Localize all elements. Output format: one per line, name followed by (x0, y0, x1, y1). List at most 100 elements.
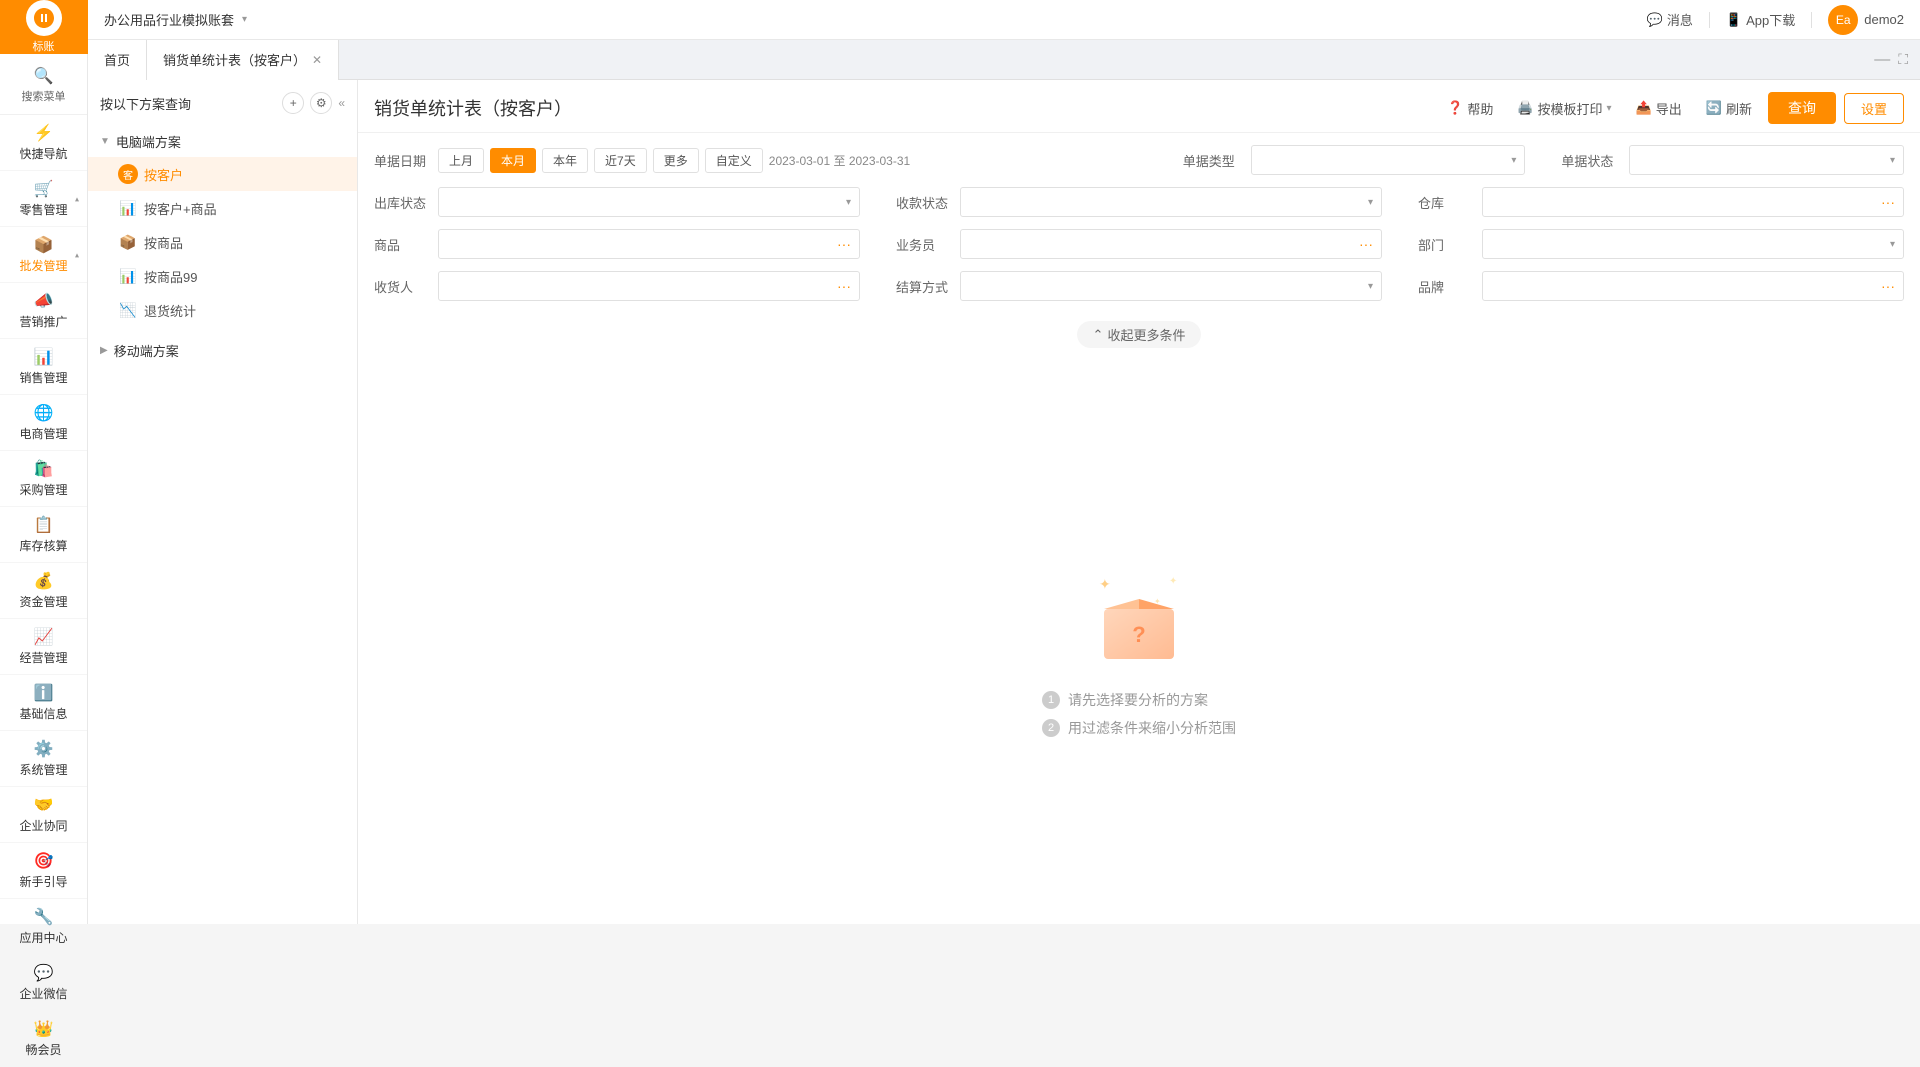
tree-arrow-mobile: ▶ (100, 345, 108, 356)
sidebar-item-retail[interactable]: 🛒 零售管理 (0, 171, 87, 227)
collapse-label: 收起更多条件 (1107, 325, 1185, 344)
app-title: 办公用品行业模拟账套 (104, 10, 234, 29)
empty-tip-1: 1 请先选择要分析的方案 (1042, 690, 1236, 710)
top-header: 办公用品行业模拟账套 ▾ 💬 消息 📱 App下载 Ea demo2 (88, 0, 1920, 40)
sidebar-label-quicknav: 快捷导航 (19, 145, 67, 162)
tree-parent-desktop[interactable]: ▼ 电脑端方案 (88, 126, 357, 157)
tip-num-2: 2 (1042, 719, 1060, 737)
tab-sales-stats[interactable]: 销货单统计表（按客户） ✕ (147, 40, 339, 80)
by-product-99-icon: 📊 (118, 266, 138, 286)
export-label: 导出 (1656, 99, 1682, 118)
tip-text-1: 请先选择要分析的方案 (1068, 690, 1208, 710)
user-profile[interactable]: Ea demo2 (1828, 5, 1904, 35)
receipt-status-arrow: ▾ (1368, 197, 1373, 208)
left-panel-actions: + ⚙ « (282, 92, 345, 114)
title-dropdown-arrow[interactable]: ▾ (242, 14, 247, 25)
svg-text:✦: ✦ (1169, 576, 1177, 587)
filter-area: 单据日期 上月 本月 本年 近7天 更多 自定义 2023-03-01 至 20… (358, 133, 1920, 368)
maximize-btn[interactable]: ⛶ (1898, 51, 1908, 68)
receiver-input[interactable]: ··· (438, 271, 860, 301)
product-input[interactable]: ··· (438, 229, 860, 259)
logo-label: 标账 (33, 38, 55, 54)
settings-btn[interactable]: 设置 (1844, 93, 1904, 124)
date-btn-last7[interactable]: 近7天 (594, 148, 647, 173)
app-download-btn[interactable]: 📱 App下载 (1726, 10, 1795, 29)
sidebar-item-marketing[interactable]: 📣 营销推广 (0, 283, 87, 339)
tree-child-label-return-stats: 退货统计 (144, 301, 196, 320)
export-btn[interactable]: 📤 导出 (1628, 95, 1690, 122)
minimize-btn[interactable]: — (1874, 51, 1890, 69)
sidebar-item-ecommerce[interactable]: 🌐 电商管理 (0, 395, 87, 451)
settings-plan-btn[interactable]: ⚙ (310, 92, 332, 114)
apps-icon: 🔧 (34, 907, 54, 927)
sidebar-item-system[interactable]: ⚙️ 系统管理 (0, 731, 87, 787)
salesperson-input[interactable]: ··· (960, 229, 1382, 259)
date-btn-this-month[interactable]: 本月 (490, 148, 536, 173)
tree-parent-label-desktop: 电脑端方案 (116, 132, 181, 151)
message-btn[interactable]: 💬 消息 (1647, 10, 1693, 29)
tree-child-by-customer[interactable]: 客 按客户 (88, 157, 357, 191)
tab-sales-stats-label: 销货单统计表（按客户） (163, 50, 306, 69)
refresh-icon: 🔄 (1706, 100, 1722, 116)
collapse-panel-btn[interactable]: « (338, 96, 345, 110)
out-status-arrow: ▾ (846, 197, 851, 208)
receiver-label: 收货人 (374, 277, 430, 296)
empty-icon: ? ✦ ✦ ✦ (1079, 554, 1199, 674)
sidebar-label-enterprise: 企业协同 (19, 817, 67, 834)
receipt-status-select[interactable]: ▾ (960, 187, 1382, 217)
sidebar-item-wholesale[interactable]: 📦 批发管理 (0, 227, 87, 283)
tree-child-label-by-product: 按商品 (144, 233, 183, 252)
date-btn-last-month[interactable]: 上月 (438, 148, 484, 173)
sidebar-item-member[interactable]: 👑 畅会员 (0, 1011, 87, 1067)
date-btn-this-year[interactable]: 本年 (542, 148, 588, 173)
print-label: 按模板打印 (1538, 99, 1603, 118)
sidebar-label-system: 系统管理 (19, 761, 67, 778)
tree-child-by-customer-product[interactable]: 📊 按客户+商品 (88, 191, 357, 225)
sidebar-search[interactable]: 🔍 搜索菜单 (0, 54, 87, 115)
date-btn-custom[interactable]: 自定义 (705, 148, 763, 173)
by-customer-product-icon: 📊 (118, 198, 138, 218)
refresh-btn[interactable]: 🔄 刷新 (1698, 95, 1760, 122)
help-btn[interactable]: ❓ 帮助 (1439, 95, 1501, 122)
print-btn[interactable]: 🖨️ 按模板打印 ▾ (1509, 95, 1619, 122)
sidebar-label-wechat: 企业微信 (19, 985, 67, 1002)
sidebar-item-operations[interactable]: 📈 经营管理 (0, 619, 87, 675)
settlement-arrow: ▾ (1368, 281, 1373, 292)
sidebar-item-inventory[interactable]: 📋 库存核算 (0, 507, 87, 563)
add-plan-btn[interactable]: + (282, 92, 304, 114)
sidebar-item-quicknav[interactable]: ⚡ 快捷导航 (0, 115, 87, 171)
tab-controls: — ⛶ (1874, 51, 1920, 69)
tab-close-btn[interactable]: ✕ (312, 53, 322, 67)
sidebar-item-sales[interactable]: 📊 销售管理 (0, 339, 87, 395)
brand-input[interactable]: ··· (1482, 271, 1904, 301)
print-dropdown-arrow[interactable]: ▾ (1607, 103, 1612, 114)
doc-type-arrow: ▾ (1511, 155, 1516, 166)
salesperson-label: 业务员 (896, 235, 952, 254)
sidebar-item-apps[interactable]: 🔧 应用中心 (0, 899, 87, 955)
out-status-select[interactable]: ▾ (438, 187, 860, 217)
settlement-select[interactable]: ▾ (960, 271, 1382, 301)
department-select[interactable]: ▾ (1482, 229, 1904, 259)
tree-parent-mobile[interactable]: ▶ 移动端方案 (88, 335, 357, 366)
sidebar-item-wechat[interactable]: 💬 企业微信 (0, 955, 87, 1011)
sidebar-item-purchase[interactable]: 🛍️ 采购管理 (0, 451, 87, 507)
tree-child-by-product[interactable]: 📦 按商品 (88, 225, 357, 259)
sidebar-label-sales: 销售管理 (19, 369, 67, 386)
date-btn-more[interactable]: 更多 (653, 148, 699, 173)
svg-text:✦: ✦ (1099, 576, 1111, 592)
doc-status-select[interactable]: ▾ (1629, 145, 1904, 175)
warehouse-input[interactable]: ··· (1482, 187, 1904, 217)
sidebar-item-finance[interactable]: 💰 资金管理 (0, 563, 87, 619)
sidebar-item-enterprise[interactable]: 🤝 企业协同 (0, 787, 87, 843)
left-panel-header: 按以下方案查询 + ⚙ « (88, 92, 357, 122)
tree-child-return-stats[interactable]: 📉 退货统计 (88, 293, 357, 327)
product-label: 商品 (374, 235, 430, 254)
sidebar-label-ecommerce: 电商管理 (19, 425, 67, 442)
tree-child-by-product-99[interactable]: 📊 按商品99 (88, 259, 357, 293)
tab-home[interactable]: 首页 (88, 40, 147, 80)
doc-type-select[interactable]: ▾ (1251, 145, 1526, 175)
collapse-bar[interactable]: ⌃ 收起更多条件 (1077, 321, 1202, 348)
query-btn[interactable]: 查询 (1768, 92, 1836, 124)
sidebar-item-basic[interactable]: ℹ️ 基础信息 (0, 675, 87, 731)
sidebar-item-guide[interactable]: 🎯 新手引导 (0, 843, 87, 899)
